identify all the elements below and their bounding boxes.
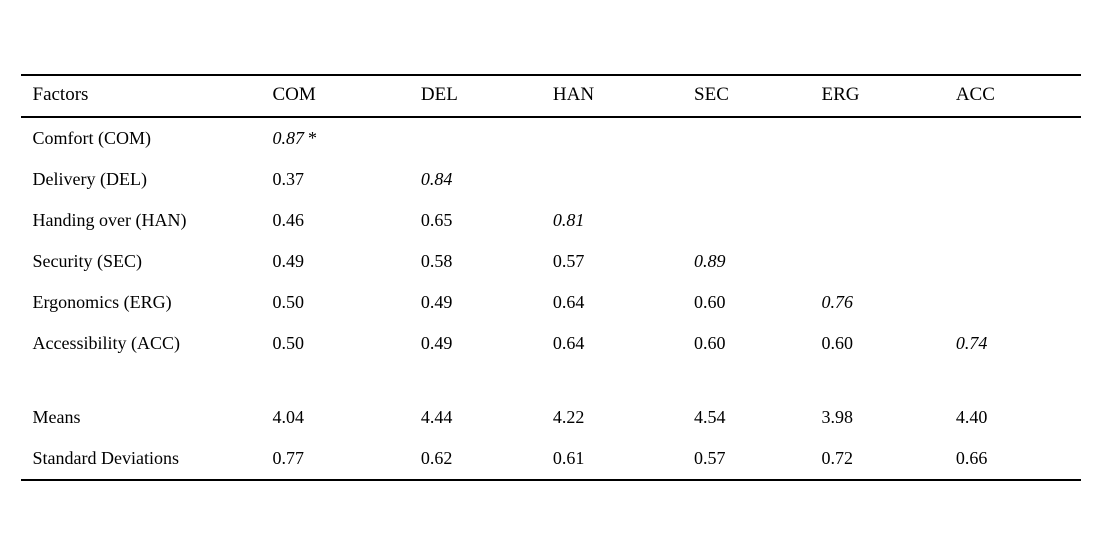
std-dev-com: 0.77 bbox=[261, 438, 409, 480]
means-erg: 3.98 bbox=[810, 397, 944, 438]
factor-label: Delivery (DEL) bbox=[21, 159, 261, 200]
std-dev-acc: 0.66 bbox=[944, 438, 1081, 480]
means-del: 4.44 bbox=[409, 397, 541, 438]
acc-value bbox=[944, 117, 1081, 159]
sec-value bbox=[682, 159, 809, 200]
acc-value bbox=[944, 282, 1081, 323]
del-value: 0.49 bbox=[409, 323, 541, 364]
erg-value bbox=[810, 241, 944, 282]
factor-label: Ergonomics (ERG) bbox=[21, 282, 261, 323]
std-dev-sec: 0.57 bbox=[682, 438, 809, 480]
means-sec: 4.54 bbox=[682, 397, 809, 438]
means-com: 4.04 bbox=[261, 397, 409, 438]
std-dev-del: 0.62 bbox=[409, 438, 541, 480]
sec-value bbox=[682, 117, 809, 159]
header-del: DEL bbox=[409, 75, 541, 117]
table-container: Factors COM DEL HAN SEC ERG ACC Comfort … bbox=[21, 74, 1081, 481]
erg-value bbox=[810, 159, 944, 200]
com-value: 0.46 bbox=[261, 200, 409, 241]
std-dev-row: Standard Deviations 0.77 0.62 0.61 0.57 … bbox=[21, 438, 1081, 480]
erg-value: 0.60 bbox=[810, 323, 944, 364]
del-value bbox=[409, 117, 541, 159]
table-row: Ergonomics (ERG) 0.50 0.49 0.64 0.60 0.7… bbox=[21, 282, 1081, 323]
std-dev-label: Standard Deviations bbox=[21, 438, 261, 480]
com-value: 0.50 bbox=[261, 323, 409, 364]
diagonal-value: 0.84 bbox=[421, 169, 453, 189]
diagonal-value: 0.74 bbox=[956, 333, 988, 353]
header-acc: ACC bbox=[944, 75, 1081, 117]
header-sec: SEC bbox=[682, 75, 809, 117]
header-han: HAN bbox=[541, 75, 682, 117]
means-han: 4.22 bbox=[541, 397, 682, 438]
han-value: 0.64 bbox=[541, 323, 682, 364]
factor-label: Accessibility (ACC) bbox=[21, 323, 261, 364]
table-row: Accessibility (ACC) 0.50 0.49 0.64 0.60 … bbox=[21, 323, 1081, 364]
table-row: Comfort (COM) 0.87* bbox=[21, 117, 1081, 159]
asterisk: * bbox=[308, 128, 317, 148]
std-dev-erg: 0.72 bbox=[810, 438, 944, 480]
erg-value bbox=[810, 200, 944, 241]
spacer-row bbox=[21, 364, 1081, 397]
diagonal-value: 0.81 bbox=[553, 210, 585, 230]
han-value bbox=[541, 117, 682, 159]
diagonal-value: 0.76 bbox=[822, 292, 854, 312]
table-row: Handing over (HAN) 0.46 0.65 0.81 bbox=[21, 200, 1081, 241]
sec-value: 0.60 bbox=[682, 323, 809, 364]
factor-label: Comfort (COM) bbox=[21, 117, 261, 159]
table-row: Security (SEC) 0.49 0.58 0.57 0.89 bbox=[21, 241, 1081, 282]
acc-value bbox=[944, 159, 1081, 200]
factor-label: Security (SEC) bbox=[21, 241, 261, 282]
han-value: 0.57 bbox=[541, 241, 682, 282]
acc-value: 0.74 bbox=[944, 323, 1081, 364]
han-value bbox=[541, 159, 682, 200]
del-value: 0.65 bbox=[409, 200, 541, 241]
diagonal-value: 0.87 bbox=[273, 128, 305, 148]
std-dev-han: 0.61 bbox=[541, 438, 682, 480]
sec-value: 0.60 bbox=[682, 282, 809, 323]
means-row: Means 4.04 4.44 4.22 4.54 3.98 4.40 bbox=[21, 397, 1081, 438]
han-value: 0.81 bbox=[541, 200, 682, 241]
header-com: COM bbox=[261, 75, 409, 117]
table-row: Delivery (DEL) 0.37 0.84 bbox=[21, 159, 1081, 200]
com-value: 0.87* bbox=[261, 117, 409, 159]
sec-value bbox=[682, 200, 809, 241]
diagonal-value: 0.89 bbox=[694, 251, 726, 271]
com-value: 0.50 bbox=[261, 282, 409, 323]
com-value: 0.37 bbox=[261, 159, 409, 200]
erg-value bbox=[810, 117, 944, 159]
acc-value bbox=[944, 200, 1081, 241]
means-label: Means bbox=[21, 397, 261, 438]
del-value: 0.58 bbox=[409, 241, 541, 282]
sec-value: 0.89 bbox=[682, 241, 809, 282]
han-value: 0.64 bbox=[541, 282, 682, 323]
del-value: 0.49 bbox=[409, 282, 541, 323]
means-acc: 4.40 bbox=[944, 397, 1081, 438]
header-row: Factors COM DEL HAN SEC ERG ACC bbox=[21, 75, 1081, 117]
acc-value bbox=[944, 241, 1081, 282]
factor-label: Handing over (HAN) bbox=[21, 200, 261, 241]
correlation-table: Factors COM DEL HAN SEC ERG ACC Comfort … bbox=[21, 74, 1081, 481]
del-value: 0.84 bbox=[409, 159, 541, 200]
header-factors: Factors bbox=[21, 75, 261, 117]
com-value: 0.49 bbox=[261, 241, 409, 282]
erg-value: 0.76 bbox=[810, 282, 944, 323]
header-erg: ERG bbox=[810, 75, 944, 117]
